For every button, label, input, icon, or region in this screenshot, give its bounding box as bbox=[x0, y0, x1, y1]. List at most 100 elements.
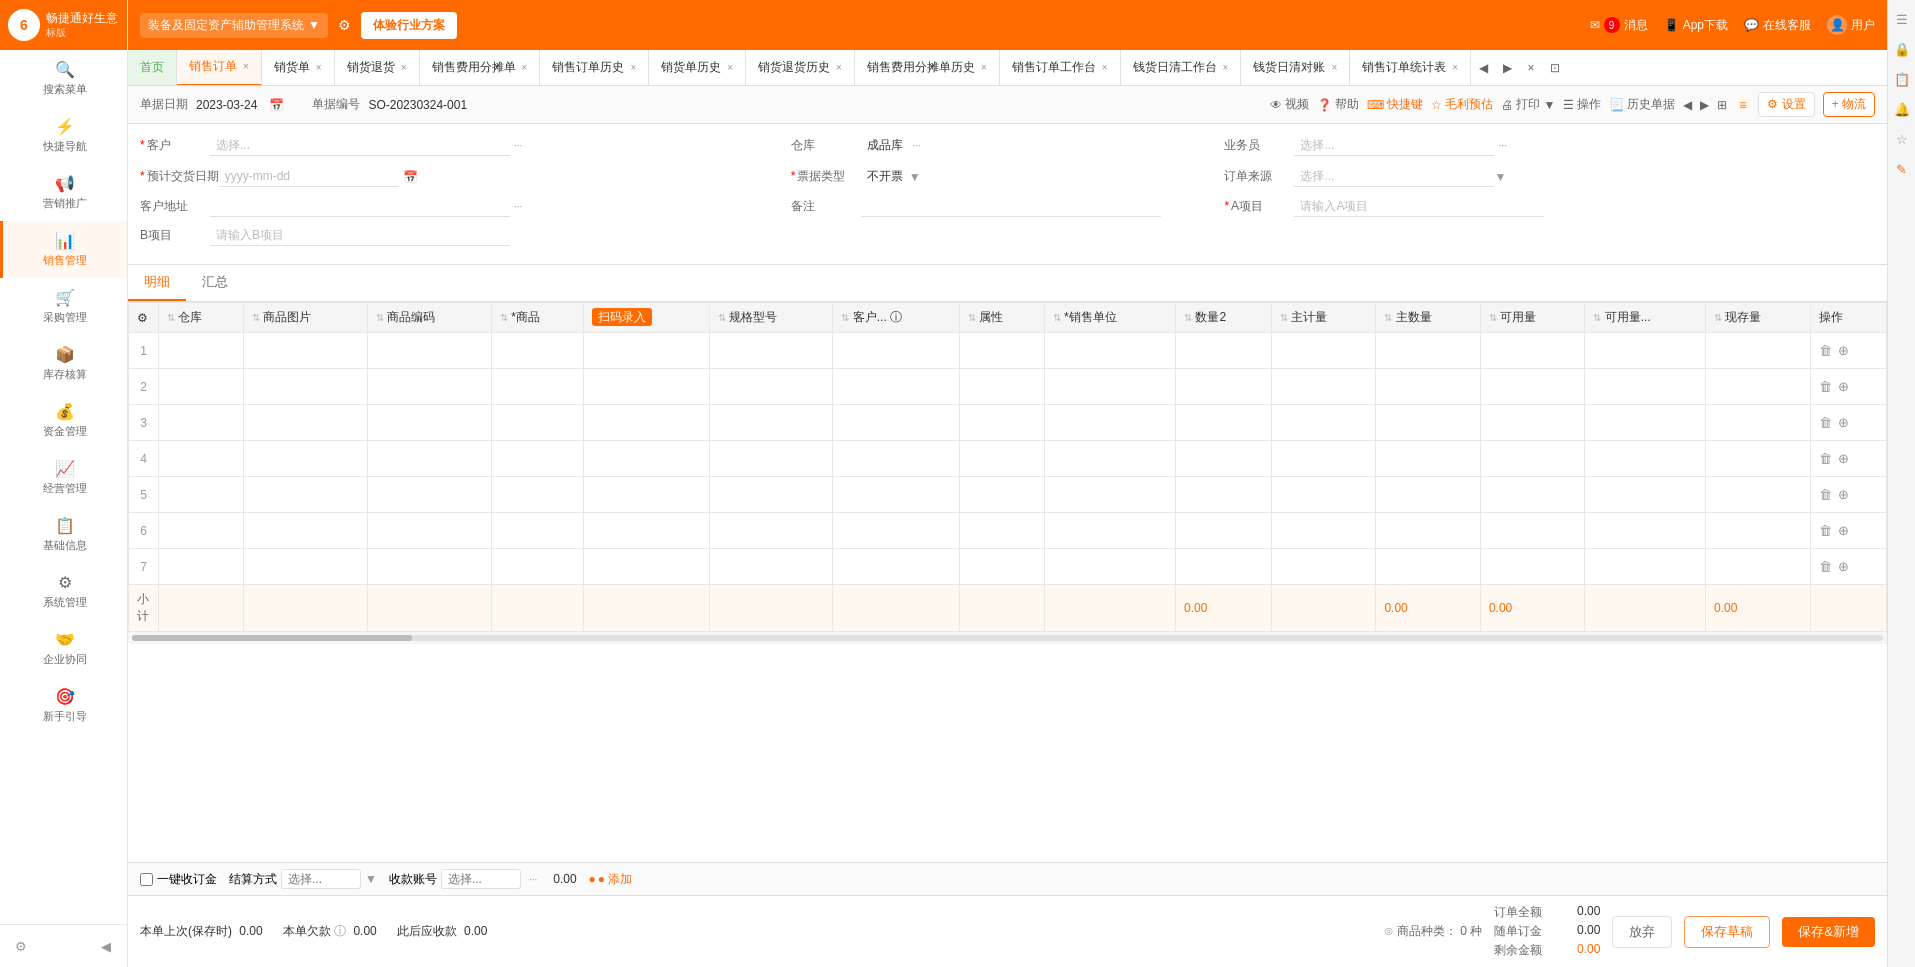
row-attribute-4[interactable] bbox=[959, 441, 1044, 477]
sidebar-item-销售管理[interactable]: 📊 销售管理 bbox=[0, 221, 127, 278]
row-available-5[interactable] bbox=[1480, 477, 1584, 513]
app-download-action[interactable]: 📱 App下载 bbox=[1664, 17, 1728, 34]
row-qty2-6[interactable] bbox=[1176, 513, 1272, 549]
tab-6[interactable]: 销货单历史× bbox=[649, 50, 746, 86]
row-copy-icon-1[interactable]: ⊕ bbox=[1838, 343, 1849, 358]
row-code-6[interactable] bbox=[367, 513, 491, 549]
add-logistics-button[interactable]: + 物流 bbox=[1823, 92, 1875, 117]
operation-btn[interactable]: ☰ 操作 bbox=[1563, 96, 1601, 113]
row-stock-3[interactable] bbox=[1706, 405, 1810, 441]
row-spec-1[interactable] bbox=[709, 333, 833, 369]
row-scan-3[interactable] bbox=[584, 405, 709, 441]
row-warehouse-6[interactable] bbox=[159, 513, 244, 549]
row-spec-6[interactable] bbox=[709, 513, 833, 549]
user-action[interactable]: 👤 用户 bbox=[1827, 15, 1875, 35]
tab-close-12[interactable]: × bbox=[1452, 62, 1458, 73]
row-available-7[interactable] bbox=[1480, 549, 1584, 585]
tab-nav-0[interactable]: ◀ bbox=[1471, 50, 1495, 86]
row-unit-7[interactable] bbox=[1044, 549, 1176, 585]
row-copy-icon-6[interactable]: ⊕ bbox=[1838, 523, 1849, 538]
row-main-qty-2[interactable] bbox=[1376, 369, 1480, 405]
list-view-icon[interactable]: ≡ bbox=[1735, 96, 1750, 114]
row-delete-icon-2[interactable]: 🗑 bbox=[1819, 379, 1832, 394]
discard-button[interactable]: 放弃 bbox=[1612, 916, 1672, 948]
tab-close-3[interactable]: × bbox=[401, 62, 407, 73]
row-available2-7[interactable] bbox=[1585, 549, 1706, 585]
row-qty2-5[interactable] bbox=[1176, 477, 1272, 513]
trial-button[interactable]: 体验行业方案 bbox=[361, 12, 457, 39]
tab-close-10[interactable]: × bbox=[1223, 62, 1229, 73]
tab-3[interactable]: 销货退货× bbox=[335, 50, 420, 86]
calendar-icon[interactable]: 📅 bbox=[265, 98, 288, 112]
right-panel-icon-6[interactable]: ✎ bbox=[1891, 158, 1913, 180]
sidebar-item-经营管理[interactable]: 📈 经营管理 bbox=[0, 449, 127, 506]
row-product-6[interactable] bbox=[491, 513, 584, 549]
row-product-1[interactable] bbox=[491, 333, 584, 369]
customer-more-icon[interactable]: ··· bbox=[510, 140, 526, 151]
payment-method-input[interactable] bbox=[281, 869, 361, 889]
row-main-unit-7[interactable] bbox=[1271, 549, 1375, 585]
right-panel-icon-3[interactable]: 📋 bbox=[1891, 68, 1913, 90]
row-unit-3[interactable] bbox=[1044, 405, 1176, 441]
draft-button[interactable]: 保存草稿 bbox=[1684, 916, 1770, 948]
quick-pay-checkbox[interactable] bbox=[140, 873, 153, 886]
row-scan-4[interactable] bbox=[584, 441, 709, 477]
sidebar-item-新手引导[interactable]: 🎯 新手引导 bbox=[0, 677, 127, 734]
row-customer-2[interactable] bbox=[833, 369, 959, 405]
row-main-unit-1[interactable] bbox=[1271, 333, 1375, 369]
a-project-input[interactable] bbox=[1294, 196, 1544, 217]
row-available-2[interactable] bbox=[1480, 369, 1584, 405]
right-panel-icon-1[interactable]: ☰ bbox=[1891, 8, 1913, 30]
row-stock-1[interactable] bbox=[1706, 333, 1810, 369]
sidebar-item-快捷导航[interactable]: ⚡ 快捷导航 bbox=[0, 107, 127, 164]
sidebar-item-营销推广[interactable]: 📢 营销推广 bbox=[0, 164, 127, 221]
shortcut-btn[interactable]: ⌨ 快捷键 bbox=[1367, 96, 1423, 113]
row-scan-1[interactable] bbox=[584, 333, 709, 369]
row-available-6[interactable] bbox=[1480, 513, 1584, 549]
row-available2-5[interactable] bbox=[1585, 477, 1706, 513]
row-scan-2[interactable] bbox=[584, 369, 709, 405]
row-customer-4[interactable] bbox=[833, 441, 959, 477]
settings-button[interactable]: ⚙ 设置 bbox=[1758, 92, 1814, 117]
sidebar-item-资金管理[interactable]: 💰 资金管理 bbox=[0, 392, 127, 449]
invoice-dropdown-icon[interactable]: ▼ bbox=[909, 170, 921, 184]
row-available2-6[interactable] bbox=[1585, 513, 1706, 549]
help-btn[interactable]: ❓ 帮助 bbox=[1317, 96, 1359, 113]
row-stock-6[interactable] bbox=[1706, 513, 1810, 549]
row-available2-2[interactable] bbox=[1585, 369, 1706, 405]
row-available2-1[interactable] bbox=[1585, 333, 1706, 369]
tab-close-1[interactable]: × bbox=[243, 61, 249, 72]
save-button[interactable]: 保存&新增 bbox=[1782, 917, 1875, 947]
row-code-1[interactable] bbox=[367, 333, 491, 369]
row-warehouse-3[interactable] bbox=[159, 405, 244, 441]
sidebar-item-基础信息[interactable]: 📋 基础信息 bbox=[0, 506, 127, 563]
scroll-bar[interactable] bbox=[128, 632, 1887, 644]
profit-btn[interactable]: ☆ 毛利预估 bbox=[1431, 96, 1493, 113]
row-copy-icon-2[interactable]: ⊕ bbox=[1838, 379, 1849, 394]
row-scan-7[interactable] bbox=[584, 549, 709, 585]
row-attribute-5[interactable] bbox=[959, 477, 1044, 513]
tab-9[interactable]: 销售订单工作台× bbox=[1000, 50, 1121, 86]
row-qty2-4[interactable] bbox=[1176, 441, 1272, 477]
row-customer-7[interactable] bbox=[833, 549, 959, 585]
row-spec-2[interactable] bbox=[709, 369, 833, 405]
row-main-unit-5[interactable] bbox=[1271, 477, 1375, 513]
row-unit-4[interactable] bbox=[1044, 441, 1176, 477]
current-sale-info-icon[interactable]: ⓘ bbox=[334, 924, 346, 938]
tab-close-4[interactable]: × bbox=[522, 62, 528, 73]
row-main-qty-6[interactable] bbox=[1376, 513, 1480, 549]
row-main-qty-1[interactable] bbox=[1376, 333, 1480, 369]
row-product-5[interactable] bbox=[491, 477, 584, 513]
row-scan-6[interactable] bbox=[584, 513, 709, 549]
row-stock-5[interactable] bbox=[1706, 477, 1810, 513]
row-stock-2[interactable] bbox=[1706, 369, 1810, 405]
row-product-7[interactable] bbox=[491, 549, 584, 585]
row-customer-6[interactable] bbox=[833, 513, 959, 549]
row-stock-4[interactable] bbox=[1706, 441, 1810, 477]
settings-icon[interactable]: ⚙ bbox=[10, 935, 32, 957]
row-code-2[interactable] bbox=[367, 369, 491, 405]
delivery-calendar-icon[interactable]: 📅 bbox=[399, 170, 422, 184]
bank-account-input[interactable] bbox=[441, 869, 521, 889]
tab-close-8[interactable]: × bbox=[981, 62, 987, 73]
right-panel-icon-2[interactable]: 🔒 bbox=[1891, 38, 1913, 60]
